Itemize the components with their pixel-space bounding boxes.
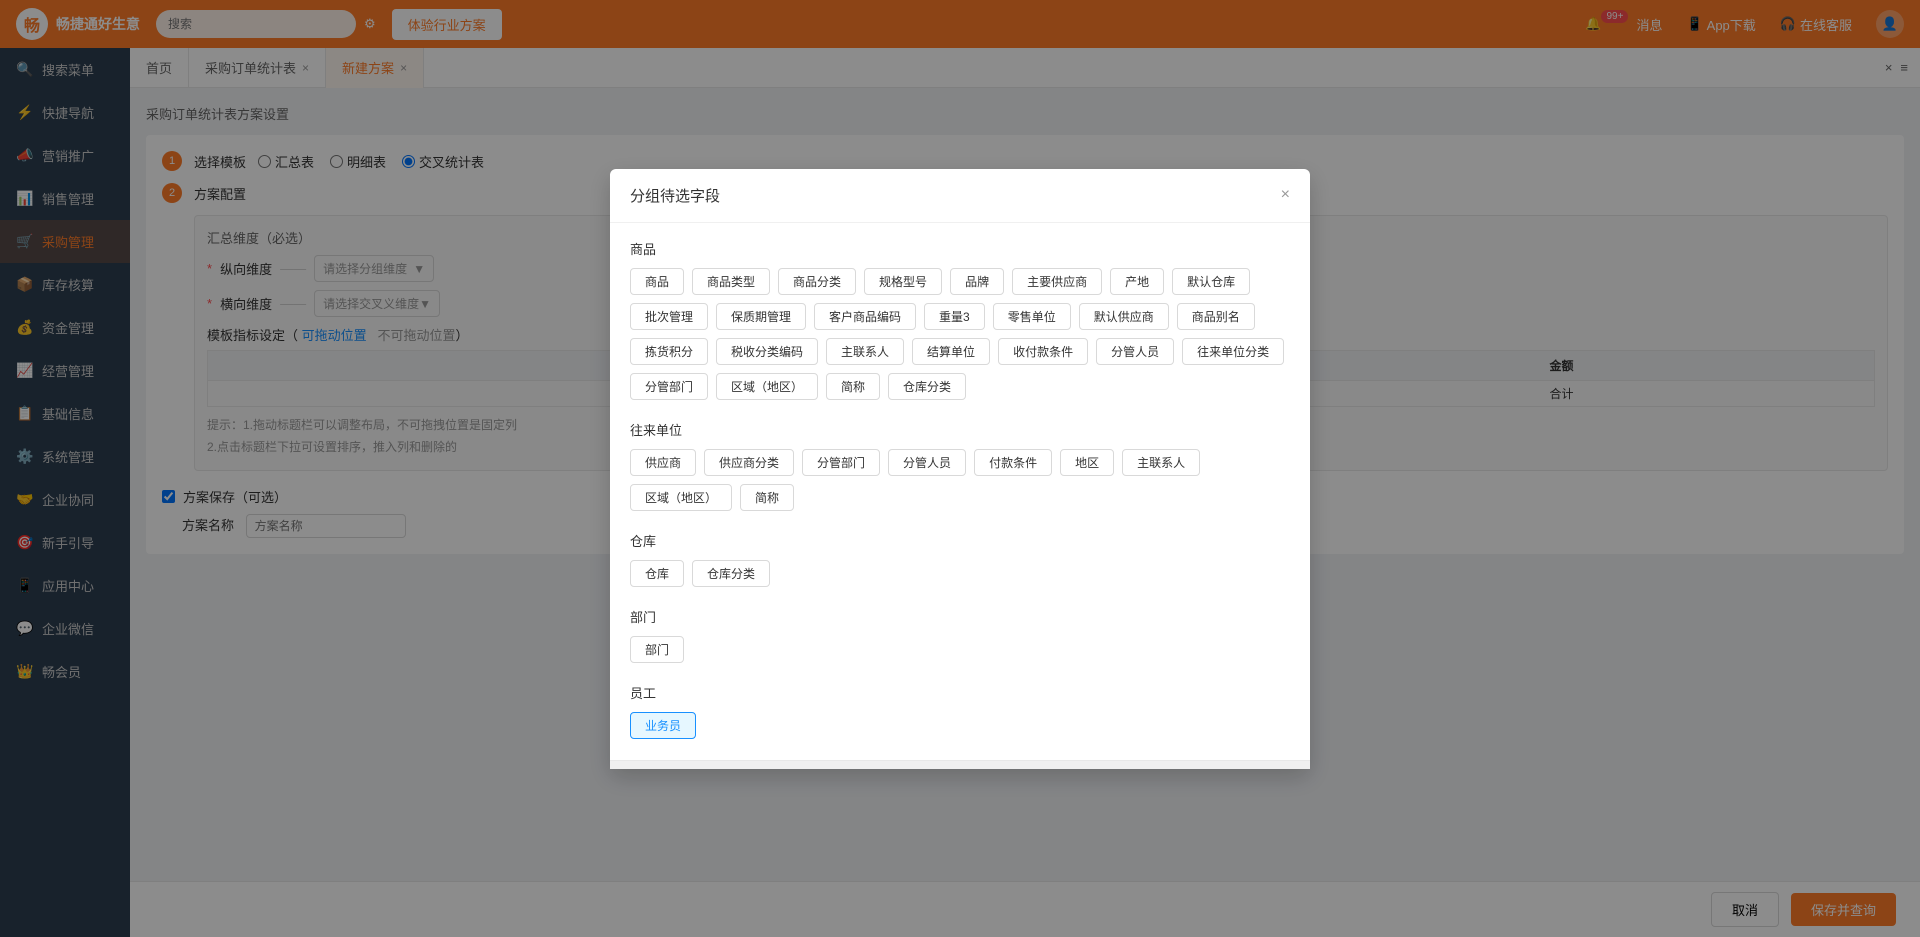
field-tag-manager[interactable]: 分管人员 — [1096, 338, 1174, 365]
section-title-goods: 商品 — [630, 239, 1290, 258]
field-tags-goods: 商品 商品类型 商品分类 规格型号 品牌 主要供应商 产地 默认仓库 批次管理 … — [630, 268, 1290, 400]
field-tag-spec[interactable]: 规格型号 — [864, 268, 942, 295]
field-tag-warehouse[interactable]: 仓库 — [630, 560, 684, 587]
section-title-warehouse: 仓库 — [630, 531, 1290, 550]
section-title-department: 部门 — [630, 607, 1290, 626]
field-section-department: 部门 部门 — [630, 607, 1290, 663]
field-tag-warehouse-cat[interactable]: 仓库分类 — [692, 560, 770, 587]
modal-overlay[interactable]: 分组待选字段 × 商品 商品 商品类型 商品分类 规格型号 品牌 主要供应商 产… — [0, 0, 1920, 937]
field-tag-dept[interactable]: 分管部门 — [630, 373, 708, 400]
field-tag-main-contact[interactable]: 主联系人 — [826, 338, 904, 365]
field-tag-supplier-category[interactable]: 供应商分类 — [704, 449, 794, 476]
modal-title: 分组待选字段 — [630, 185, 720, 206]
field-tag-main-supplier[interactable]: 主要供应商 — [1012, 268, 1102, 295]
field-tag-shortname[interactable]: 简称 — [826, 373, 880, 400]
field-tag-batch-manage[interactable]: 批次管理 — [630, 303, 708, 330]
field-tag-region2[interactable]: 区域（地区） — [630, 484, 732, 511]
modal: 分组待选字段 × 商品 商品 商品类型 商品分类 规格型号 品牌 主要供应商 产… — [610, 169, 1310, 769]
field-tag-department[interactable]: 部门 — [630, 636, 684, 663]
modal-close-button[interactable]: × — [1281, 186, 1290, 204]
field-section-goods: 商品 商品 商品类型 商品分类 规格型号 品牌 主要供应商 产地 默认仓库 批次… — [630, 239, 1290, 400]
field-tag-brand[interactable]: 品牌 — [950, 268, 1004, 295]
field-tag-payment-terms[interactable]: 收付款条件 — [998, 338, 1088, 365]
field-tag-default-warehouse[interactable]: 默认仓库 — [1172, 268, 1250, 295]
field-tag-weight[interactable]: 重量3 — [924, 303, 985, 330]
field-tag-customer-code[interactable]: 客户商品编码 — [814, 303, 916, 330]
field-tags-department: 部门 — [630, 636, 1290, 663]
field-tag-manage-person[interactable]: 分管人员 — [888, 449, 966, 476]
field-tag-retail-unit[interactable]: 零售单位 — [993, 303, 1071, 330]
field-tags-warehouse: 仓库 仓库分类 — [630, 560, 1290, 587]
field-section-counterpart: 往来单位 供应商 供应商分类 分管部门 分管人员 付款条件 地区 主联系人 区域… — [630, 420, 1290, 511]
field-tag-shortname2[interactable]: 简称 — [740, 484, 794, 511]
field-tag-pay-terms[interactable]: 付款条件 — [974, 449, 1052, 476]
field-tag-warehouse-category[interactable]: 仓库分类 — [888, 373, 966, 400]
field-section-staff: 员工 业务员 — [630, 683, 1290, 739]
field-tag-settlement-unit[interactable]: 结算单位 — [912, 338, 990, 365]
field-tag-counterpart-category[interactable]: 往来单位分类 — [1182, 338, 1284, 365]
field-tag-pick-points[interactable]: 拣货积分 — [630, 338, 708, 365]
field-tag-salesperson[interactable]: 业务员 — [630, 712, 696, 739]
field-tag-goods-alias[interactable]: 商品别名 — [1177, 303, 1255, 330]
section-title-counterpart: 往来单位 — [630, 420, 1290, 439]
section-title-staff: 员工 — [630, 683, 1290, 702]
field-tag-manage-dept[interactable]: 分管部门 — [802, 449, 880, 476]
field-tag-main-contact2[interactable]: 主联系人 — [1122, 449, 1200, 476]
field-tag-goods-category[interactable]: 商品分类 — [778, 268, 856, 295]
field-tag-supplier[interactable]: 供应商 — [630, 449, 696, 476]
modal-body: 商品 商品 商品类型 商品分类 规格型号 品牌 主要供应商 产地 默认仓库 批次… — [610, 223, 1310, 761]
field-tag-origin[interactable]: 产地 — [1110, 268, 1164, 295]
modal-header: 分组待选字段 × — [610, 169, 1310, 223]
field-tag-goods-type[interactable]: 商品类型 — [692, 268, 770, 295]
field-tags-counterpart: 供应商 供应商分类 分管部门 分管人员 付款条件 地区 主联系人 区域（地区） … — [630, 449, 1290, 511]
field-tag-tax-code[interactable]: 税收分类编码 — [716, 338, 818, 365]
field-section-warehouse: 仓库 仓库 仓库分类 — [630, 531, 1290, 587]
modal-hscroll[interactable] — [610, 760, 1310, 768]
field-tag-shelf-life[interactable]: 保质期管理 — [716, 303, 806, 330]
field-tag-region[interactable]: 区域（地区） — [716, 373, 818, 400]
field-tags-staff: 业务员 — [630, 712, 1290, 739]
field-tag-default-supplier[interactable]: 默认供应商 — [1079, 303, 1169, 330]
field-tag-area[interactable]: 地区 — [1060, 449, 1114, 476]
field-tag-goods[interactable]: 商品 — [630, 268, 684, 295]
